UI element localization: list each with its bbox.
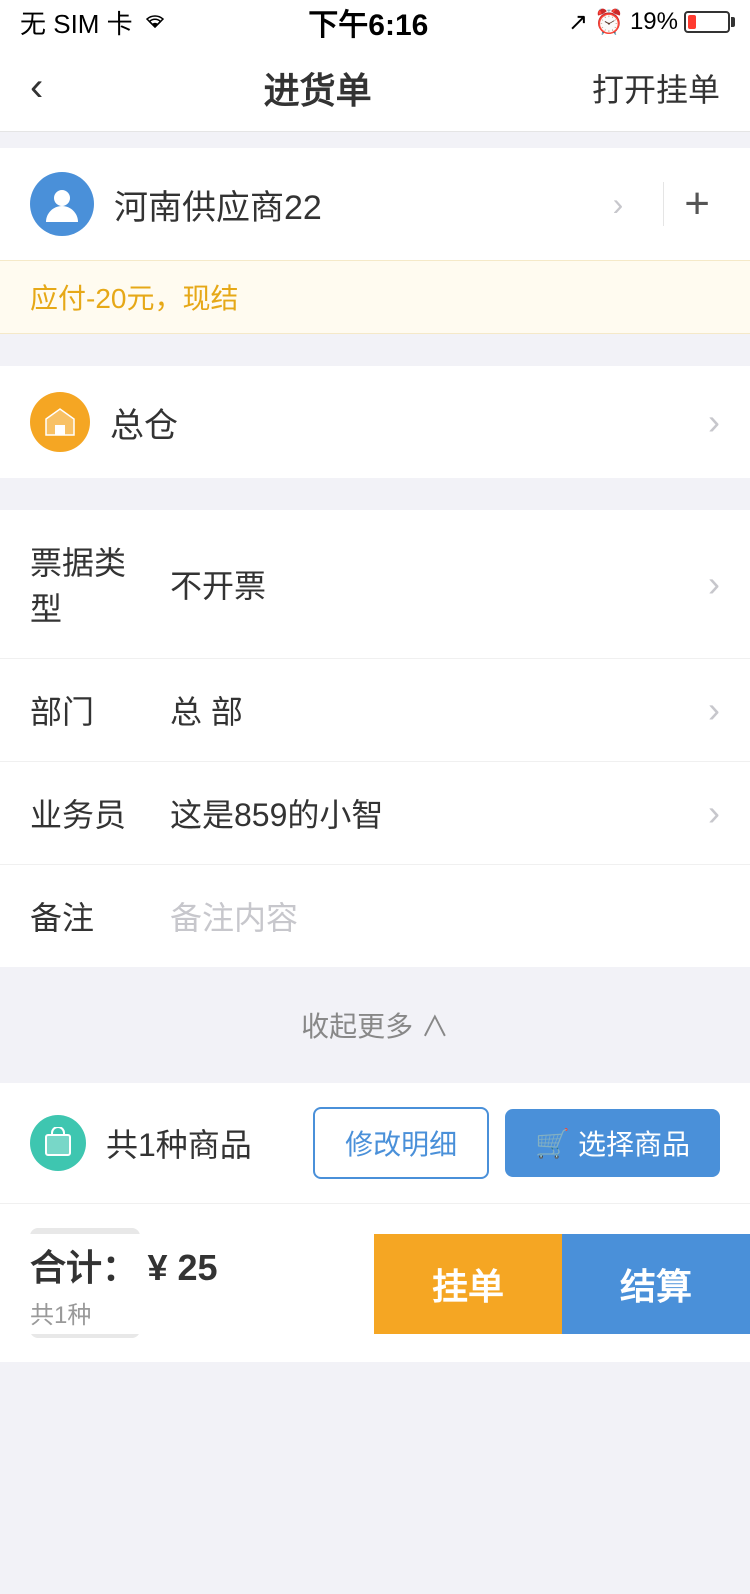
cart-icon: 🛒 [535,1127,570,1160]
sales-value: 这是859的小智 [150,790,708,836]
invoice-value: 不开票 [150,561,708,607]
warehouse-label: 总仓 [110,398,708,447]
total-value: ¥ 25 [147,1247,217,1288]
dept-value: 总 部 [150,687,708,733]
supplier-row: 河南供应商22 › + [0,148,750,260]
bottom-bar: 合计： ¥ 25 共1种 挂单 结算 [0,1234,750,1334]
status-bar: 无 SIM 卡 下午6:16 ↗ ⏰ 19% [0,0,750,44]
supplier-section: 河南供应商22 › + 应付-20元，现结 [0,148,750,334]
status-left: 无 SIM 卡 [20,4,169,41]
add-supplier-button[interactable]: + [674,179,720,229]
hang-button[interactable]: 挂单 [374,1234,562,1334]
sales-label: 业务员 [30,790,150,836]
alarm-icon: ⏰ [594,8,624,37]
invoice-label: 票据类型 [30,538,150,630]
checkout-label: 结算 [620,1258,692,1310]
edit-detail-button[interactable]: 修改明细 [313,1107,489,1179]
sales-chevron-icon: › [708,792,720,834]
dept-chevron-icon: › [708,689,720,731]
invoice-chevron-icon: › [708,563,720,605]
sales-row[interactable]: 业务员 这是859的小智 › [0,762,750,865]
notice-bar: 应付-20元，现结 [0,260,750,334]
page-title: 进货单 [264,62,372,114]
warehouse-section: 总仓 › [0,366,750,478]
remark-row[interactable]: 备注 备注内容 [0,865,750,967]
supplier-name[interactable]: 河南供应商22 [114,180,613,229]
back-button[interactable]: ‹ [30,65,43,110]
form-section: 票据类型 不开票 › 部门 总 部 › 业务员 这是859的小智 › 备注 备注… [0,510,750,967]
status-right: ↗ ⏰ 19% [568,8,730,37]
warehouse-icon-wrap [30,392,90,452]
vertical-divider [663,182,664,226]
collapse-label: 收起更多 ∧ [301,1005,449,1045]
open-pending-button[interactable]: 打开挂单 [592,65,720,111]
total-count: 共1种 [30,1295,344,1330]
remark-label: 备注 [30,893,150,939]
select-product-label: 选择商品 [578,1123,690,1163]
collapse-bar[interactable]: 收起更多 ∧ [0,983,750,1067]
status-time: 下午6:16 [308,0,428,44]
nav-bar: ‹ 进货单 打开挂单 [0,44,750,132]
invoice-row[interactable]: 票据类型 不开票 › [0,510,750,659]
warehouse-chevron-icon: › [708,401,720,443]
battery-icon [684,11,730,33]
battery-percent: 19% [630,8,678,36]
carrier-text: 无 SIM 卡 [20,4,133,41]
supplier-chevron-icon: › [613,186,624,223]
bottom-total: 合计： ¥ 25 共1种 [0,1239,374,1330]
remark-input[interactable]: 备注内容 [150,893,720,939]
select-product-button[interactable]: 🛒 选择商品 [505,1109,720,1177]
dept-row[interactable]: 部门 总 部 › [0,659,750,762]
products-icon-wrap [30,1115,86,1171]
supplier-avatar [30,172,94,236]
total-amount: 合计： ¥ 25 [30,1239,344,1291]
wifi-icon [141,7,169,38]
warehouse-row[interactable]: 总仓 › [0,366,750,478]
products-header: 共1种商品 修改明细 🛒 选择商品 [0,1083,750,1204]
checkout-button[interactable]: 结算 [562,1234,750,1334]
hang-label: 挂单 [432,1258,504,1310]
products-count: 共1种商品 [106,1120,313,1166]
location-icon: ↗ [568,8,588,37]
total-label: 合计： [30,1247,138,1288]
dept-label: 部门 [30,687,150,733]
